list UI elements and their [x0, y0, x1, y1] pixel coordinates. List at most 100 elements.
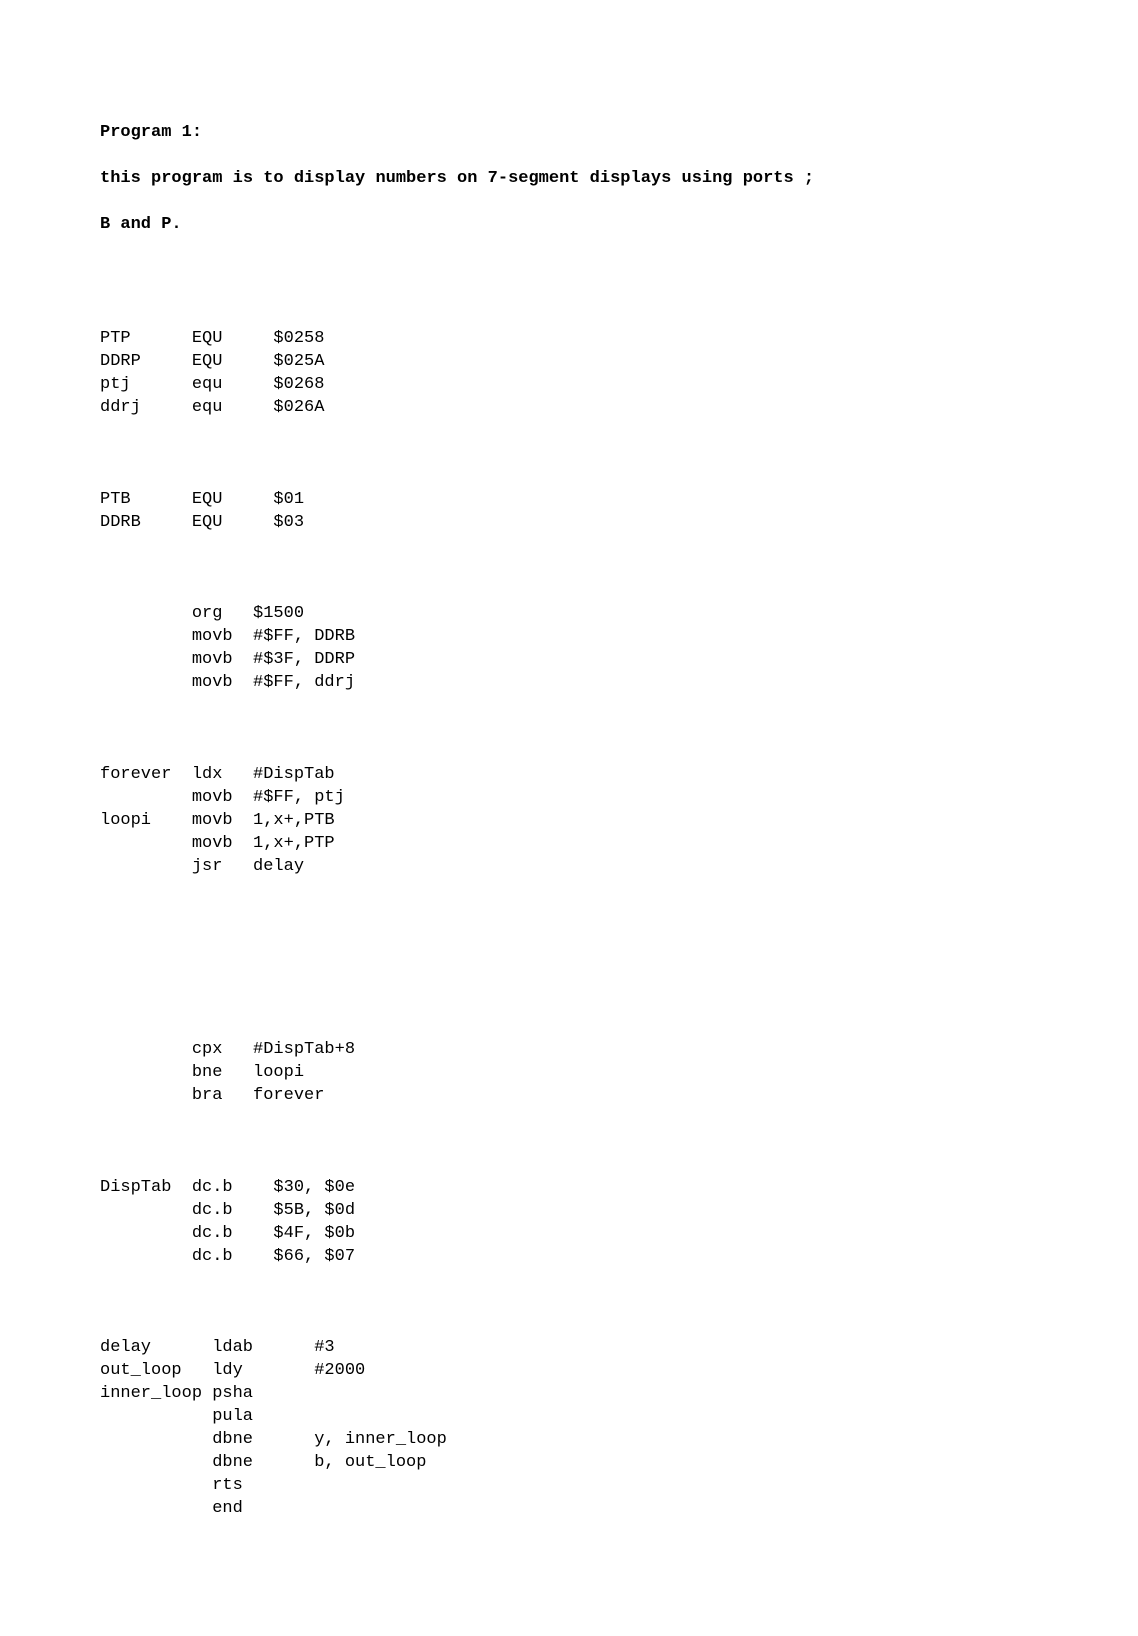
- opcode: movb: [192, 810, 253, 833]
- code-line: bneloopi: [100, 1062, 1138, 1085]
- operand: $026A: [273, 397, 324, 420]
- code-line: PTPEQU$0258: [100, 328, 1138, 351]
- code-line: org$1500: [100, 603, 1138, 626]
- label: DispTab: [100, 1177, 192, 1200]
- operand: y, inner_loop: [314, 1429, 447, 1452]
- label: ptj: [100, 374, 192, 397]
- label: ddrj: [100, 397, 192, 420]
- operand: forever: [253, 1085, 324, 1108]
- code-line: ddrjequ$026A: [100, 397, 1138, 420]
- operand: $0268: [273, 374, 324, 397]
- opcode: equ: [192, 374, 274, 397]
- opcode: ldx: [192, 764, 253, 787]
- heading-line-3: B and P.: [100, 214, 1138, 237]
- code-line: dbneb, out_loop: [100, 1452, 1138, 1475]
- operand: delay: [253, 856, 304, 879]
- opcode: dbne: [212, 1452, 314, 1475]
- label: DDRB: [100, 512, 192, 535]
- opcode: dc.b: [192, 1223, 274, 1246]
- opcode: EQU: [192, 328, 274, 351]
- code-line: loopimovb1,x+,PTB: [100, 810, 1138, 833]
- opcode: movb: [192, 626, 253, 649]
- operand: $5B, $0d: [273, 1200, 355, 1223]
- code-line: dbney, inner_loop: [100, 1429, 1138, 1452]
- operand: 1,x+,PTP: [253, 833, 335, 856]
- opcode: end: [212, 1498, 314, 1521]
- opcode: dc.b: [192, 1200, 274, 1223]
- heading-line-1: Program 1:: [100, 122, 1138, 145]
- code-line: movb#$3F, DDRP: [100, 649, 1138, 672]
- operand: $03: [273, 512, 304, 535]
- opcode: EQU: [192, 351, 274, 374]
- operand: #$3F, DDRP: [253, 649, 355, 672]
- label: out_loop: [100, 1360, 212, 1383]
- opcode: jsr: [192, 856, 253, 879]
- code-line: DDRBEQU$03: [100, 512, 1138, 535]
- opcode: cpx: [192, 1039, 253, 1062]
- operand: #$FF, DDRB: [253, 626, 355, 649]
- opcode: dbne: [212, 1429, 314, 1452]
- label: inner_loop: [100, 1383, 212, 1406]
- label: delay: [100, 1337, 212, 1360]
- code-line: end: [100, 1498, 1138, 1521]
- label: loopi: [100, 810, 192, 833]
- opcode: psha: [212, 1383, 314, 1406]
- operand: #$FF, ptj: [253, 787, 345, 810]
- operand: #2000: [314, 1360, 365, 1383]
- code-line: jsrdelay: [100, 856, 1138, 879]
- code-line: movb1,x+,PTP: [100, 833, 1138, 856]
- code-line: foreverldx#DispTab: [100, 764, 1138, 787]
- operand: $30, $0e: [273, 1177, 355, 1200]
- opcode: pula: [212, 1406, 314, 1429]
- code-line: pula: [100, 1406, 1138, 1429]
- operand: $66, $07: [273, 1246, 355, 1269]
- heading-line-2: this program is to display numbers on 7-…: [100, 168, 1138, 191]
- opcode: ldy: [212, 1360, 314, 1383]
- code-line: movb#$FF, DDRB: [100, 626, 1138, 649]
- operand: $01: [273, 489, 304, 512]
- operand: $025A: [273, 351, 324, 374]
- opcode: bra: [192, 1085, 253, 1108]
- opcode: EQU: [192, 512, 274, 535]
- code-line: delayldab#3: [100, 1337, 1138, 1360]
- label: PTP: [100, 328, 192, 351]
- operand: $1500: [253, 603, 304, 626]
- opcode: movb: [192, 787, 253, 810]
- code-line: inner_looppsha: [100, 1383, 1138, 1406]
- operand: #$FF, ddrj: [253, 672, 355, 695]
- opcode: movb: [192, 649, 253, 672]
- opcode: movb: [192, 672, 253, 695]
- opcode: dc.b: [192, 1246, 274, 1269]
- code-line: dc.b$5B, $0d: [100, 1200, 1138, 1223]
- code-line: DDRPEQU$025A: [100, 351, 1138, 374]
- code-line: out_loopldy#2000: [100, 1360, 1138, 1383]
- label: DDRP: [100, 351, 192, 374]
- operand: #3: [314, 1337, 334, 1360]
- opcode: rts: [212, 1475, 314, 1498]
- code-line: braforever: [100, 1085, 1138, 1108]
- code-line: movb#$FF, ddrj: [100, 672, 1138, 695]
- code-line: dc.b$4F, $0b: [100, 1223, 1138, 1246]
- operand: $0258: [273, 328, 324, 351]
- code-line: movb#$FF, ptj: [100, 787, 1138, 810]
- operand: $4F, $0b: [273, 1223, 355, 1246]
- operand: #DispTab: [253, 764, 335, 787]
- code-line: DispTabdc.b$30, $0e: [100, 1177, 1138, 1200]
- operand: loopi: [253, 1062, 304, 1085]
- opcode: dc.b: [192, 1177, 274, 1200]
- opcode: equ: [192, 397, 274, 420]
- operand: b, out_loop: [314, 1452, 426, 1475]
- operand: #DispTab+8: [253, 1039, 355, 1062]
- opcode: bne: [192, 1062, 253, 1085]
- code-line: ptjequ$0268: [100, 374, 1138, 397]
- opcode: org: [192, 603, 253, 626]
- opcode: EQU: [192, 489, 274, 512]
- code-line: cpx#DispTab+8: [100, 1039, 1138, 1062]
- label: PTB: [100, 489, 192, 512]
- code-line: dc.b$66, $07: [100, 1246, 1138, 1269]
- label: forever: [100, 764, 192, 787]
- opcode: ldab: [212, 1337, 314, 1360]
- code-line: rts: [100, 1475, 1138, 1498]
- code-line: PTBEQU$01: [100, 489, 1138, 512]
- opcode: movb: [192, 833, 253, 856]
